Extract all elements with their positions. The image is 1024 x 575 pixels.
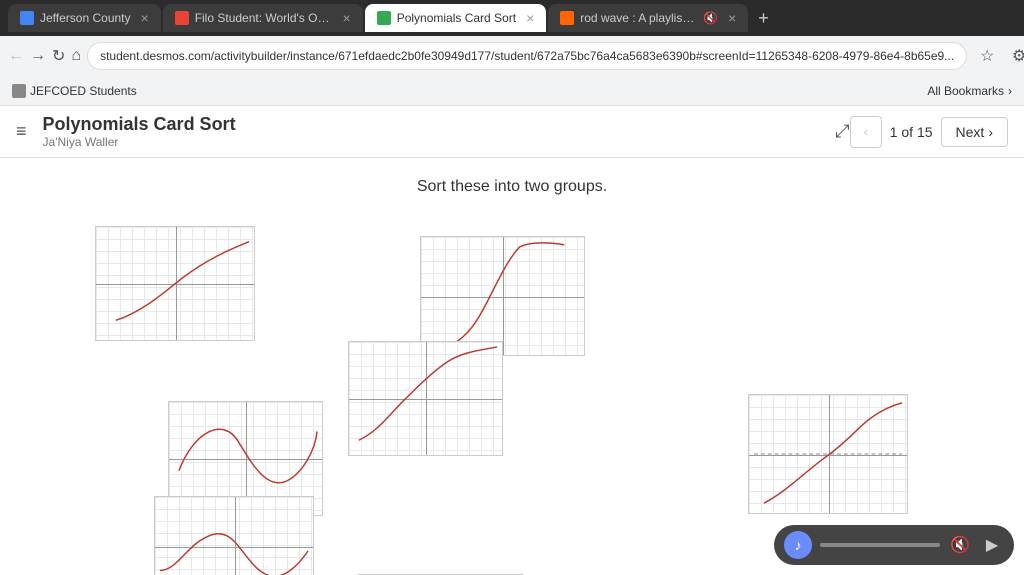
bookmarks-item-jefcoed[interactable]: JEFCOED Students xyxy=(12,84,137,98)
graph-card-5[interactable] xyxy=(154,496,314,575)
tab-mute-icon: 🔇 xyxy=(703,11,718,25)
back-button[interactable]: ← xyxy=(8,42,24,70)
curve-7 xyxy=(749,395,907,513)
pagination: ‹ 1 of 15 Next › xyxy=(850,116,1008,148)
reload-button[interactable]: ↻ xyxy=(52,42,65,70)
bookmarks-bar: JEFCOED Students All Bookmarks › xyxy=(0,76,1024,106)
audio-play-button[interactable]: ♪ xyxy=(784,531,812,559)
bookmarks-favicon-jefcoed xyxy=(12,84,26,98)
tab-jefferson-county[interactable]: Jefferson County × xyxy=(8,4,161,32)
expand-icon[interactable]: ⤢ xyxy=(835,121,849,142)
cards-container xyxy=(20,216,1004,575)
audio-next-button[interactable]: ▶ xyxy=(980,533,1004,557)
bookmark-star-button[interactable]: ☆ xyxy=(973,42,1001,70)
tab-favicon-1 xyxy=(20,11,34,25)
all-bookmarks-label[interactable]: All Bookmarks xyxy=(927,84,1004,98)
prev-page-button[interactable]: ‹ xyxy=(850,116,882,148)
tab-title-2: Filo Student: World's Only Live... xyxy=(195,11,333,25)
audio-mute-icon: 🔇 xyxy=(950,535,970,555)
tab-bar: Jefferson County × Filo Student: World's… xyxy=(0,0,1024,36)
app-title: Polynomials Card Sort xyxy=(43,114,836,135)
bookmarks-label-jefcoed: JEFCOED Students xyxy=(30,84,137,98)
next-label: Next xyxy=(956,124,985,140)
audio-next-icon: ▶ xyxy=(986,535,998,555)
app-subtitle: Ja'Niya Waller xyxy=(43,135,836,149)
bookmarks-chevron-icon: › xyxy=(1008,84,1012,98)
audio-play-icon: ♪ xyxy=(795,537,802,553)
new-tab-button[interactable]: + xyxy=(750,8,777,29)
app-title-block: Polynomials Card Sort Ja'Niya Waller xyxy=(43,114,836,149)
next-chevron-icon: › xyxy=(988,124,993,140)
curve-5 xyxy=(155,497,313,575)
tab-title-4: rod wave : A playlist by N... xyxy=(580,11,697,25)
graph-card-2[interactable] xyxy=(420,236,585,356)
tab-close-3[interactable]: × xyxy=(526,10,534,26)
tab-close-4[interactable]: × xyxy=(728,10,736,26)
tab-rodwave[interactable]: rod wave : A playlist by N... 🔇 × xyxy=(548,4,748,32)
tab-favicon-3 xyxy=(377,11,391,25)
tab-favicon-2 xyxy=(175,11,189,25)
audio-mute-button[interactable]: 🔇 xyxy=(948,533,972,557)
address-text: student.desmos.com/activitybuilder/insta… xyxy=(100,49,954,63)
graph-card-1[interactable] xyxy=(95,226,255,341)
curve-3 xyxy=(349,342,502,455)
tab-close-2[interactable]: × xyxy=(343,10,351,26)
tab-polynomials[interactable]: Polynomials Card Sort × xyxy=(365,4,547,32)
page-count: 1 of 15 xyxy=(890,124,933,140)
extensions-button[interactable]: ⚙ xyxy=(1005,42,1024,70)
audio-progress-bar[interactable] xyxy=(820,543,940,547)
address-bar[interactable]: student.desmos.com/activitybuilder/insta… xyxy=(87,42,967,70)
nav-bar: ← → ↻ ⌂ student.desmos.com/activitybuild… xyxy=(0,36,1024,76)
bookmarks-right: All Bookmarks › xyxy=(927,84,1012,98)
graph-card-7[interactable] xyxy=(748,394,908,514)
main-content: Sort these into two groups. xyxy=(0,158,1024,575)
tab-filo[interactable]: Filo Student: World's Only Live... × xyxy=(163,4,363,32)
home-button[interactable]: ⌂ xyxy=(71,42,81,70)
tab-close-1[interactable]: × xyxy=(141,10,149,26)
graph-card-3[interactable] xyxy=(348,341,503,456)
next-page-button[interactable]: Next › xyxy=(941,117,1008,147)
forward-button[interactable]: → xyxy=(30,42,46,70)
nav-actions: ☆ ⚙ ⋮ xyxy=(973,42,1024,70)
curve-2 xyxy=(421,237,584,355)
curve-1 xyxy=(96,227,254,340)
app-header: ≡ Polynomials Card Sort Ja'Niya Waller ⤢… xyxy=(0,106,1024,158)
tab-favicon-4 xyxy=(560,11,574,25)
sort-instruction: Sort these into two groups. xyxy=(20,178,1004,196)
audio-player: ♪ 🔇 ▶ xyxy=(774,525,1014,565)
tab-title-1: Jefferson County xyxy=(40,11,131,25)
hamburger-menu-button[interactable]: ≡ xyxy=(16,121,27,142)
tab-title-3: Polynomials Card Sort xyxy=(397,11,516,25)
